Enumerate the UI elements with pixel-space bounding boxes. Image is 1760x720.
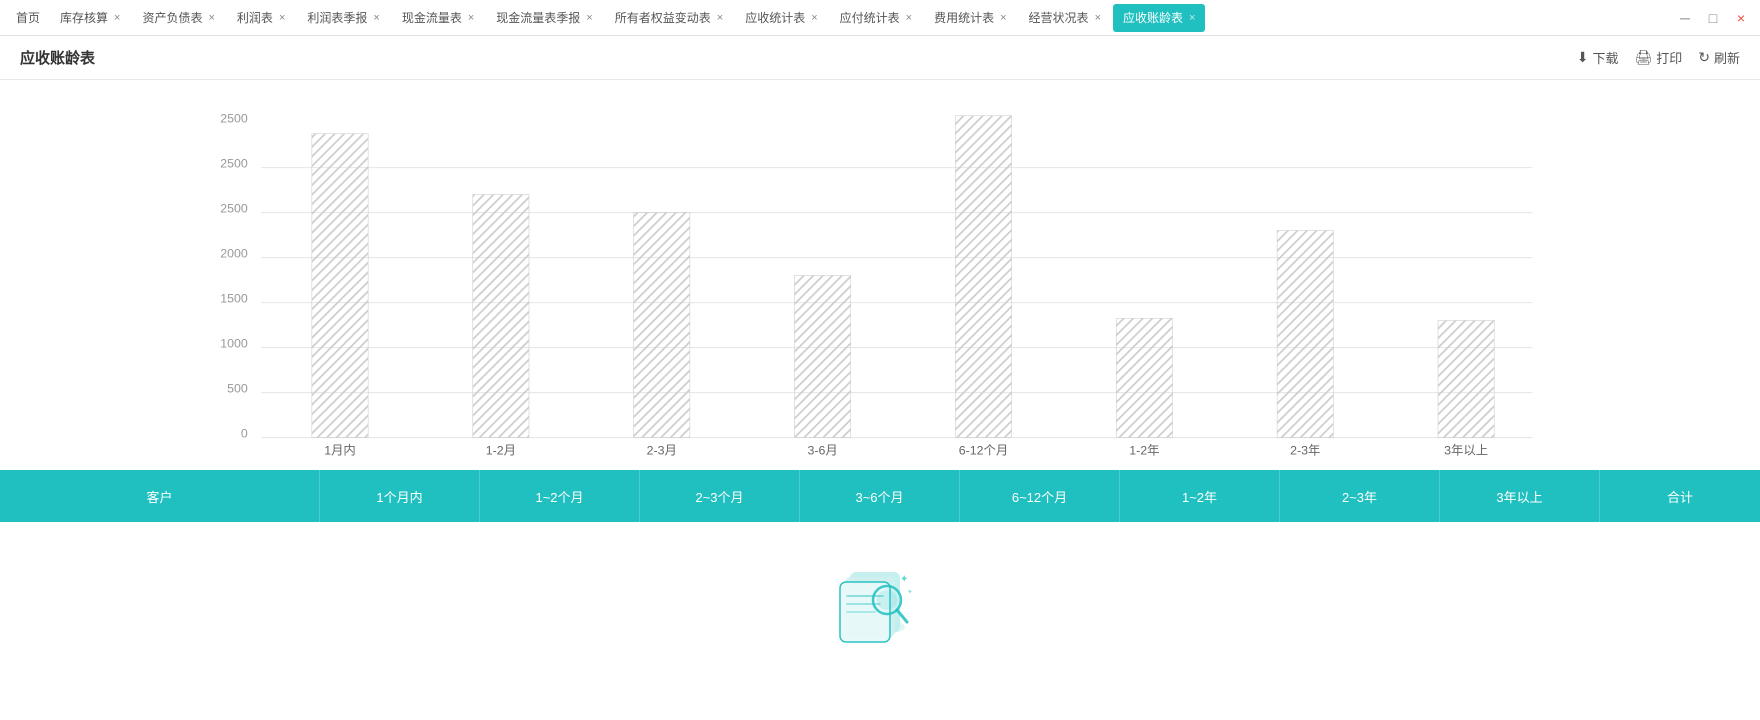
svg-text:1月内: 1月内	[324, 443, 356, 457]
th-3-6month: 3~6个月	[800, 470, 960, 522]
bar-1月内	[312, 134, 368, 438]
th-2-3year: 2~3年	[1280, 470, 1440, 522]
svg-text:✦: ✦	[907, 588, 913, 596]
tab-operation-close[interactable]: ×	[1095, 12, 1101, 24]
main-content: 0 500 1000 1500 2000 2500 2500 2500	[0, 80, 1760, 720]
tab-receivables-stats-label: 应收统计表	[745, 9, 805, 26]
window-minimize-button[interactable]: ─	[1674, 7, 1696, 29]
svg-text:2500: 2500	[220, 202, 248, 216]
tab-receivables-stats[interactable]: 应收统计表 ×	[735, 4, 827, 32]
bar-1-2月	[473, 195, 529, 438]
tab-aging[interactable]: 应收账龄表 ×	[1113, 4, 1205, 32]
tab-payables-stats[interactable]: 应付统计表 ×	[830, 4, 922, 32]
window-maximize-button[interactable]: □	[1702, 7, 1724, 29]
print-icon: 🖨	[1634, 49, 1652, 66]
svg-text:2500: 2500	[220, 157, 248, 171]
tab-cashflow-quarterly[interactable]: 现金流量表季报 ×	[486, 4, 602, 32]
th-1month: 1个月内	[320, 470, 480, 522]
bar-6-12月	[955, 116, 1011, 438]
tab-profit-label: 利润表	[237, 9, 273, 26]
tab-expenses-stats[interactable]: 费用统计表 ×	[924, 4, 1016, 32]
tab-inventory-label: 库存核算	[60, 9, 108, 26]
page-actions: ⬇ 下载 🖨 打印 ↻ 刷新	[1577, 48, 1740, 67]
svg-text:2-3月: 2-3月	[647, 443, 677, 457]
tab-profit[interactable]: 利润表 ×	[227, 4, 295, 32]
tab-balance-label: 资产负债表	[142, 9, 202, 26]
tab-bar: 首页 库存核算 × 资产负债表 × 利润表 × 利润表季报 × 现金流量表 × …	[0, 0, 1760, 36]
tab-operation[interactable]: 经营状况表 ×	[1019, 4, 1111, 32]
empty-icon: ✦ ✦	[825, 552, 935, 652]
tab-expenses-stats-close[interactable]: ×	[1000, 12, 1006, 24]
svg-text:3年以上: 3年以上	[1444, 443, 1488, 457]
svg-text:1-2月: 1-2月	[486, 443, 516, 457]
print-button[interactable]: 🖨 打印	[1634, 48, 1682, 67]
svg-text:0: 0	[241, 427, 248, 441]
tab-profit-quarterly-close[interactable]: ×	[373, 12, 379, 24]
tab-profit-close[interactable]: ×	[279, 12, 285, 24]
chart-area: 0 500 1000 1500 2000 2500 2500 2500	[0, 80, 1760, 470]
bar-chart: 0 500 1000 1500 2000 2500 2500 2500	[60, 100, 1700, 460]
tab-payables-stats-label: 应付统计表	[840, 9, 900, 26]
svg-text:1500: 1500	[220, 292, 248, 306]
tab-aging-close[interactable]: ×	[1189, 12, 1195, 24]
tab-expenses-stats-label: 费用统计表	[934, 9, 994, 26]
refresh-icon: ↻	[1698, 49, 1710, 66]
tab-cashflow-close[interactable]: ×	[468, 12, 474, 24]
svg-text:3-6月: 3-6月	[808, 443, 838, 457]
bar-3年以上	[1438, 321, 1494, 438]
bar-3-6月	[795, 276, 851, 438]
th-3year-plus: 3年以上	[1440, 470, 1600, 522]
bar-2-3年	[1277, 231, 1333, 438]
tab-operation-label: 经营状况表	[1029, 9, 1089, 26]
refresh-button[interactable]: ↻ 刷新	[1698, 48, 1740, 67]
tab-equity-label: 所有者权益变动表	[615, 9, 711, 26]
svg-text:1-2年: 1-2年	[1129, 443, 1159, 457]
th-2-3month: 2~3个月	[640, 470, 800, 522]
th-customer: 客户	[0, 470, 320, 522]
tab-cashflow-quarterly-close[interactable]: ×	[586, 12, 592, 24]
table-header: 客户 1个月内 1~2个月 2~3个月 3~6个月 6~12个月 1~2年 2~…	[0, 470, 1760, 522]
th-1-2month: 1~2个月	[480, 470, 640, 522]
download-icon: ⬇	[1577, 49, 1589, 66]
bar-2-3月	[634, 213, 690, 438]
svg-text:2-3年: 2-3年	[1290, 443, 1320, 457]
svg-text:1000: 1000	[220, 337, 248, 351]
tab-home[interactable]: 首页	[8, 9, 48, 26]
tab-profit-quarterly[interactable]: 利润表季报 ×	[297, 4, 389, 32]
tab-equity-close[interactable]: ×	[717, 12, 723, 24]
download-button[interactable]: ⬇ 下载	[1577, 48, 1619, 67]
download-label: 下载	[1592, 48, 1618, 67]
tab-aging-label: 应收账龄表	[1123, 9, 1183, 26]
page-title: 应收账龄表	[20, 47, 95, 68]
svg-text:2000: 2000	[220, 247, 248, 261]
th-1-2year: 1~2年	[1120, 470, 1280, 522]
tab-bar-actions: ─ □ ×	[1674, 7, 1752, 29]
tab-cashflow-quarterly-label: 现金流量表季报	[496, 9, 580, 26]
tab-profit-quarterly-label: 利润表季报	[307, 9, 367, 26]
tab-equity[interactable]: 所有者权益变动表 ×	[605, 4, 733, 32]
tab-payables-stats-close[interactable]: ×	[906, 12, 912, 24]
empty-state: ✦ ✦	[0, 522, 1760, 672]
tab-receivables-stats-close[interactable]: ×	[811, 12, 817, 24]
refresh-label: 刷新	[1714, 48, 1740, 67]
tab-cashflow[interactable]: 现金流量表 ×	[392, 4, 484, 32]
svg-text:✦: ✦	[900, 574, 908, 585]
tab-balance-close[interactable]: ×	[208, 12, 214, 24]
th-6-12month: 6~12个月	[960, 470, 1120, 522]
tab-balance[interactable]: 资产负债表 ×	[132, 4, 224, 32]
svg-text:2500: 2500	[220, 112, 248, 126]
svg-text:500: 500	[227, 382, 248, 396]
tab-inventory-close[interactable]: ×	[114, 12, 120, 24]
svg-text:6-12个月: 6-12个月	[959, 443, 1008, 457]
window-close-button[interactable]: ×	[1730, 7, 1752, 29]
tab-inventory[interactable]: 库存核算 ×	[50, 4, 130, 32]
bar-1-2年	[1116, 318, 1172, 437]
print-label: 打印	[1656, 48, 1682, 67]
th-total: 合计	[1600, 470, 1760, 522]
page-header: 应收账龄表 ⬇ 下载 🖨 打印 ↻ 刷新	[0, 36, 1760, 80]
tab-cashflow-label: 现金流量表	[402, 9, 462, 26]
